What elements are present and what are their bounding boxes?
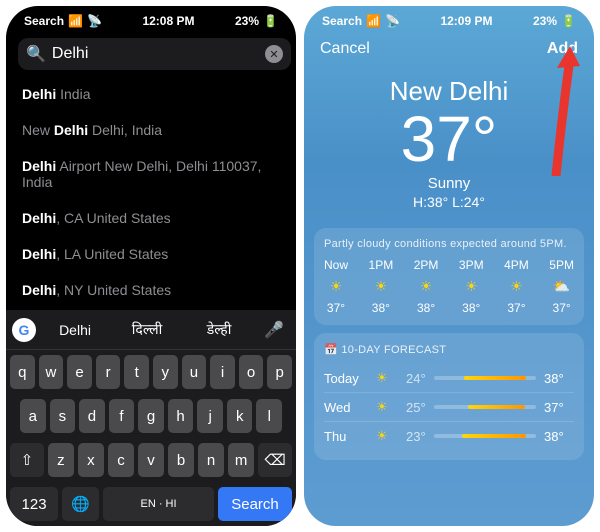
day-row: Wed☀25°37° <box>324 392 574 421</box>
clock: 12:09 PM <box>440 14 492 28</box>
search-row: 🔍 ✕ Cancel <box>6 32 296 76</box>
clear-icon[interactable]: ✕ <box>265 45 283 63</box>
day-row: Today☀24°38° <box>324 364 574 392</box>
suggestion[interactable]: Delhi <box>42 316 108 344</box>
result-item[interactable]: Delhi India <box>22 76 280 112</box>
condition: Sunny <box>314 175 584 192</box>
key-u[interactable]: u <box>182 355 207 389</box>
cancel-button[interactable]: Cancel <box>320 40 370 58</box>
weather-main: New Delhi 37° Sunny H:38° L:24° <box>304 66 594 220</box>
keyboard: G Delhi दिल्ली डेल्ही 🎤 qwertyuiop asdfg… <box>6 310 296 526</box>
search-input[interactable] <box>52 45 259 63</box>
key-o[interactable]: o <box>239 355 264 389</box>
wifi-icon: 📡 <box>87 14 102 28</box>
key-j[interactable]: j <box>197 399 223 433</box>
suggestion[interactable]: दिल्ली <box>114 314 180 345</box>
key-l[interactable]: l <box>256 399 282 433</box>
search-key[interactable]: Search <box>218 487 292 521</box>
key-b[interactable]: b <box>168 443 194 477</box>
day-row: Thu☀23°38° <box>324 421 574 450</box>
key-c[interactable]: c <box>108 443 134 477</box>
weather-screen: Search 📶 📡 12:09 PM 23% 🔋 Cancel Add New De… <box>304 6 594 526</box>
key-g[interactable]: g <box>138 399 164 433</box>
globe-key[interactable]: 🌐 <box>62 487 99 521</box>
key-y[interactable]: y <box>153 355 178 389</box>
suggestion[interactable]: डेल्ही <box>186 314 252 345</box>
key-r[interactable]: r <box>96 355 121 389</box>
result-item[interactable]: Delhi Airport New Delhi, Delhi 110037, I… <box>22 148 280 200</box>
mic-icon[interactable]: 🎤 <box>258 320 290 340</box>
key-⇧[interactable]: ⇧ <box>10 443 44 477</box>
signal-icon: 📶 <box>68 14 83 28</box>
key-v[interactable]: v <box>138 443 164 477</box>
key-z[interactable]: z <box>48 443 74 477</box>
search-box[interactable]: 🔍 ✕ <box>18 38 291 70</box>
key-d[interactable]: d <box>79 399 105 433</box>
key-n[interactable]: n <box>198 443 224 477</box>
summary-text: Partly cloudy conditions expected around… <box>324 238 574 250</box>
back-label[interactable]: Search <box>24 14 64 28</box>
key-f[interactable]: f <box>109 399 135 433</box>
search-screen: Search 📶 📡 12:08 PM 23% 🔋 🔍 ✕ Cancel Delhi … <box>6 6 296 526</box>
key-i[interactable]: i <box>210 355 235 389</box>
key-⌫[interactable]: ⌫ <box>258 443 292 477</box>
suggestion-row: G Delhi दिल्ली डेल्ही 🎤 <box>6 310 296 350</box>
key-e[interactable]: e <box>67 355 92 389</box>
key-h[interactable]: h <box>168 399 194 433</box>
key-q[interactable]: q <box>10 355 35 389</box>
google-icon[interactable]: G <box>12 318 36 342</box>
result-item[interactable]: Delhi, NY United States <box>22 272 280 308</box>
key-k[interactable]: k <box>227 399 253 433</box>
back-label[interactable]: Search <box>322 14 362 28</box>
top-row: Cancel Add <box>304 32 594 66</box>
key-s[interactable]: s <box>50 399 76 433</box>
space-key[interactable]: EN · HI <box>103 487 214 521</box>
battery-icon: 🔋 <box>263 14 278 28</box>
high-low: H:38° L:24° <box>314 194 584 210</box>
key-a[interactable]: a <box>20 399 46 433</box>
result-item[interactable]: New Delhi Delhi, India <box>22 112 280 148</box>
result-item[interactable]: Delhi, CA United States <box>22 200 280 236</box>
signal-icon: 📶 <box>366 14 381 28</box>
num-key[interactable]: 123 <box>10 487 58 521</box>
status-bar: Search 📶 📡 12:09 PM 23% 🔋 <box>304 6 594 32</box>
key-p[interactable]: p <box>267 355 292 389</box>
daily-card: 📅 10-DAY FORECAST Today☀24°38°Wed☀25°37°… <box>314 333 584 460</box>
wifi-icon: 📡 <box>385 14 400 28</box>
key-m[interactable]: m <box>228 443 254 477</box>
status-bar: Search 📶 📡 12:08 PM 23% 🔋 <box>6 6 296 32</box>
search-icon: 🔍 <box>26 44 46 64</box>
hour-col: Now☀37° <box>324 258 348 315</box>
battery-pct: 23% <box>533 14 557 28</box>
key-x[interactable]: x <box>78 443 104 477</box>
hour-col: 2PM☀38° <box>414 258 439 315</box>
key-w[interactable]: w <box>39 355 64 389</box>
hourly-card: Partly cloudy conditions expected around… <box>314 228 584 325</box>
battery-icon: 🔋 <box>561 14 576 28</box>
key-t[interactable]: t <box>124 355 149 389</box>
hour-col: 5PM⛅37° <box>549 258 574 315</box>
hour-col: 1PM☀38° <box>369 258 394 315</box>
clock: 12:08 PM <box>142 14 194 28</box>
battery-pct: 23% <box>235 14 259 28</box>
temperature: 37° <box>314 107 584 171</box>
hour-col: 3PM☀38° <box>459 258 484 315</box>
hour-col: 4PM☀37° <box>504 258 529 315</box>
result-item[interactable]: Delhi, LA United States <box>22 236 280 272</box>
add-button[interactable]: Add <box>547 40 578 58</box>
forecast-title: 📅 10-DAY FORECAST <box>324 343 574 356</box>
